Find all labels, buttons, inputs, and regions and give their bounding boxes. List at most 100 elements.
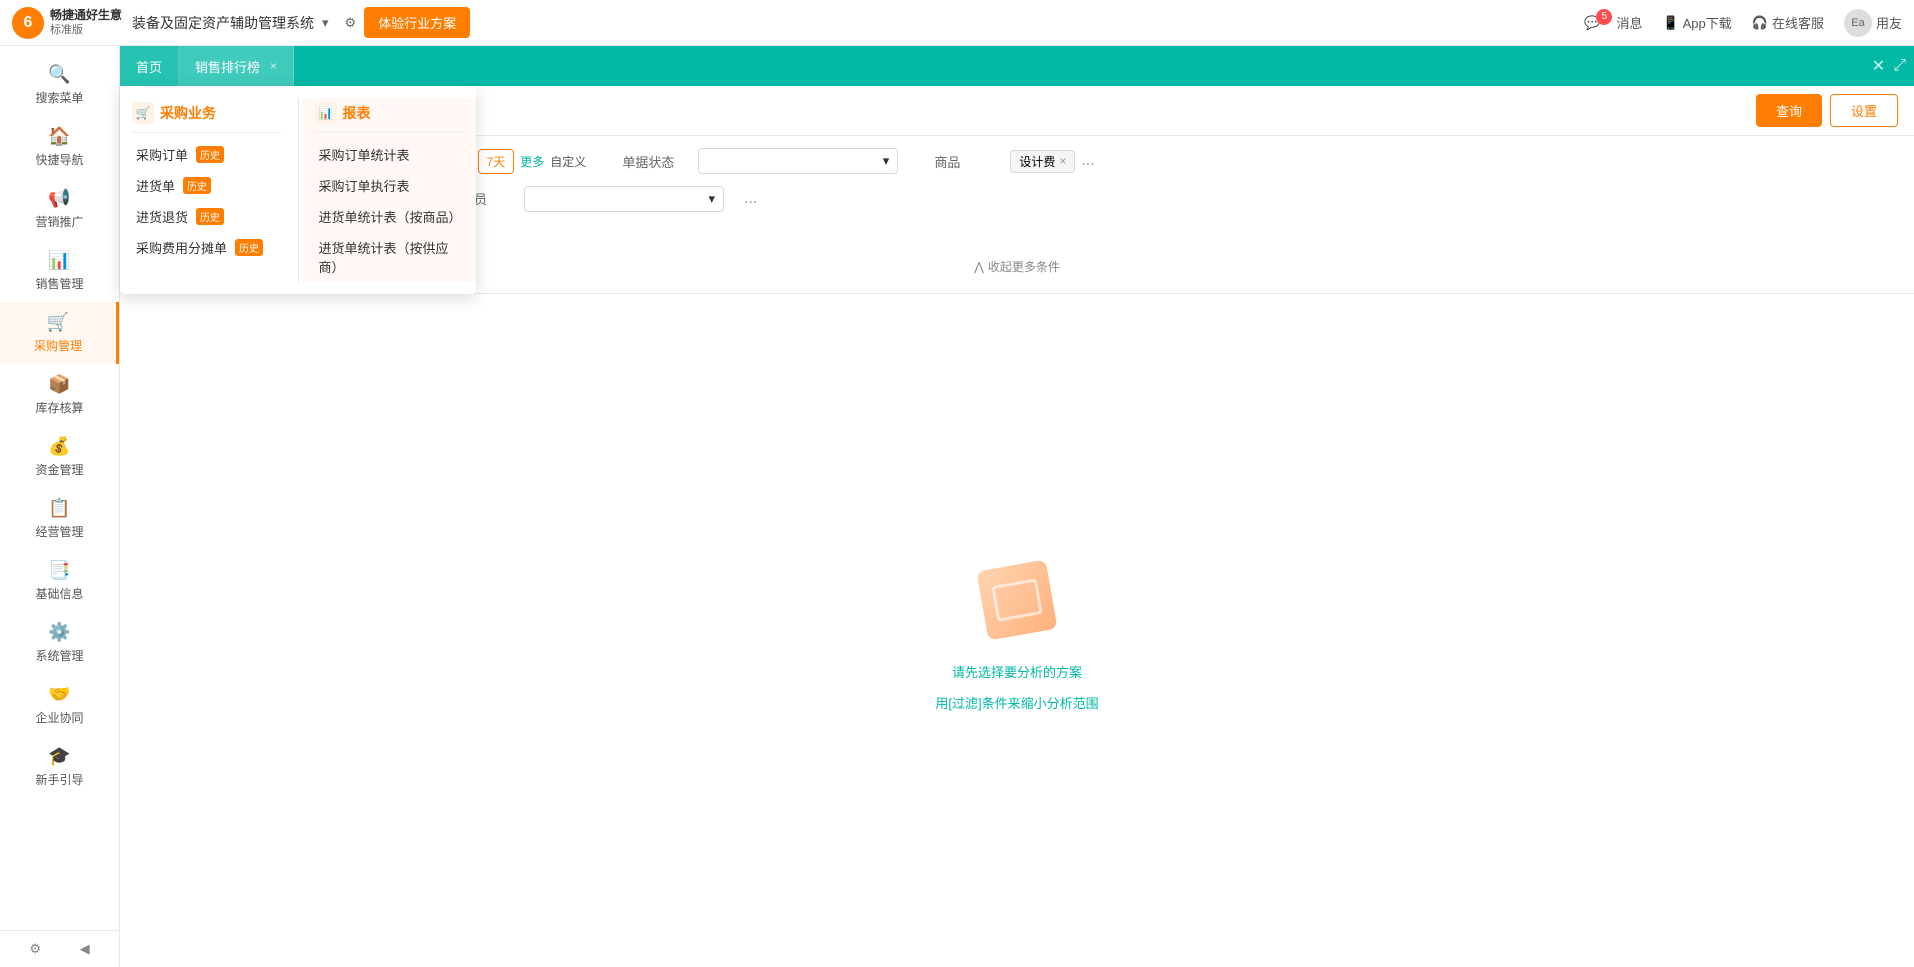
logo-icon: 6	[12, 7, 44, 39]
sidebar-label-operations: 经营管理	[35, 523, 83, 540]
settings-button[interactable]: 设置	[1830, 94, 1898, 127]
tab-close-window-icon[interactable]: ✕	[1872, 56, 1885, 76]
system-icon: ⚙️	[48, 622, 70, 643]
sidebar-settings-icon[interactable]: ⚙	[29, 941, 41, 957]
salesperson-dropdown-icon: ▾	[708, 191, 715, 207]
purchase-section-icon: 🛒	[132, 102, 154, 124]
user-initial: Ea	[1851, 17, 1864, 29]
sidebar-item-system[interactable]: ⚙️ 系统管理	[0, 612, 119, 674]
sidebar-label-sales: 销售管理	[35, 275, 83, 292]
tab-maximize-icon[interactable]: ⤢	[1893, 57, 1906, 75]
menu-section-divider	[298, 98, 299, 282]
purchase-order-history-badge: 历史	[196, 146, 224, 163]
menu-item-purchase-order[interactable]: 采购订单 历史	[132, 139, 282, 170]
menu-item-goods-stats-by-supplier[interactable]: 进货单统计表（按供应商）	[315, 232, 465, 282]
quick-date-7days[interactable]: 7天	[478, 149, 515, 174]
home-icon: 🏠	[48, 126, 70, 147]
sidebar-bottom: ⚙ ◀	[0, 930, 119, 967]
quick-date-more[interactable]: 更多	[520, 153, 544, 170]
system-dropdown-arrow[interactable]: ▾	[322, 15, 329, 31]
app-download-action[interactable]: 📱 App下载	[1662, 13, 1731, 32]
purchase-section-title: 🛒 采购业务	[132, 98, 282, 133]
sidebar-item-basicinfo[interactable]: 📑 基础信息	[0, 550, 119, 612]
tab-home[interactable]: 首页	[120, 46, 179, 86]
sidebar-collapse-icon[interactable]: ◀	[80, 941, 90, 957]
industry-button[interactable]: 体验行业方案	[364, 7, 470, 38]
goods-receipt-label: 进货单	[136, 176, 175, 195]
goods-more-dots[interactable]: ...	[1081, 152, 1094, 170]
empty-state: 请先选择要分析的方案 用[过滤]条件来缩小分析范围	[120, 294, 1914, 967]
sidebar-item-operations[interactable]: 📋 经营管理	[0, 488, 119, 550]
sidebar-label-finance: 资金管理	[35, 461, 83, 478]
query-button[interactable]: 查询	[1756, 94, 1822, 127]
enterprise-icon: 🤝	[48, 684, 70, 705]
bill-status-select[interactable]: ▾	[698, 148, 898, 174]
sidebar-item-guide[interactable]: 🎓 新手引导	[0, 736, 119, 798]
tab-home-label: 首页	[136, 57, 162, 76]
search-icon: 🔍	[48, 64, 70, 85]
system-settings-icon[interactable]: ⚙	[345, 15, 357, 31]
system-title-area: 装备及固定资产辅助管理系统 ▾ ⚙ 体验行业方案	[132, 7, 1584, 38]
sidebar-item-marketing[interactable]: 📢 营销推广	[0, 178, 119, 240]
sidebar-item-inventory[interactable]: 📦 库存核算	[0, 364, 119, 426]
operations-icon: 📋	[48, 498, 70, 519]
user-action[interactable]: Ea 用友	[1844, 9, 1902, 37]
salesperson-select[interactable]: ▾	[524, 186, 724, 212]
goods-tag-close[interactable]: ×	[1059, 154, 1066, 168]
inventory-icon: 📦	[48, 374, 70, 395]
sidebar: 🔍 搜索菜单 🏠 快捷导航 📢 营销推广 📊 销售管理 🛒 采购管理 📦 库存核…	[0, 46, 120, 967]
guide-icon: 🎓	[48, 746, 70, 767]
online-support-action[interactable]: 🎧 在线客服	[1752, 13, 1824, 32]
sidebar-item-finance[interactable]: 💰 资金管理	[0, 426, 119, 488]
goods-label: 商品	[934, 152, 994, 171]
basicinfo-icon: 📑	[48, 560, 70, 581]
sidebar-label-guide: 新手引导	[35, 771, 83, 788]
purchase-order-stats-label: 采购订单统计表	[319, 145, 410, 164]
goods-tag: 设计费 ×	[1010, 150, 1075, 173]
menu-item-goods-stats-by-goods[interactable]: 进货单统计表（按商品）	[315, 201, 465, 232]
empty-line2: 用[过滤]条件来缩小分析范围	[935, 693, 1098, 712]
goods-stats-by-goods-label: 进货单统计表（按商品）	[319, 207, 461, 226]
sidebar-label-basicinfo: 基础信息	[35, 585, 83, 602]
goods-stats-by-supplier-label: 进货单统计表（按供应商）	[319, 238, 461, 276]
sidebar-item-quicknav[interactable]: 🏠 快捷导航	[0, 116, 119, 178]
collapse-label: 收起更多条件	[988, 258, 1060, 275]
goods-receipt-history-badge: 历史	[183, 177, 211, 194]
sidebar-label-marketing: 营销推广	[35, 213, 83, 230]
sales-icon: 📊	[48, 250, 70, 271]
menu-item-purchase-order-exec[interactable]: 采购订单执行表	[315, 170, 465, 201]
user-label: 用友	[1876, 13, 1902, 32]
tab-right-controls: ✕ ⤢	[1872, 56, 1914, 76]
purchase-order-exec-label: 采购订单执行表	[319, 176, 410, 195]
tab-sales-ranking[interactable]: 销售排行榜 ×	[179, 46, 294, 86]
sidebar-label-inventory: 库存核算	[35, 399, 83, 416]
purchase-icon: 🛒	[47, 312, 69, 333]
sidebar-item-search[interactable]: 🔍 搜索菜单	[0, 54, 119, 116]
phone-icon: 📱	[1662, 15, 1678, 31]
purchase-dropdown-menu: 🛒 采购业务 采购订单 历史 进货单 历史 进货退货 历史 采购费用分摊单 历史…	[120, 86, 476, 294]
logo-text: 畅捷通好生意 标准版	[50, 8, 122, 38]
finance-icon: 💰	[48, 436, 70, 457]
tab-sales-ranking-label: 销售排行榜	[195, 57, 260, 76]
bill-status-label: 单据状态	[622, 152, 682, 171]
sidebar-label-system: 系统管理	[35, 647, 83, 664]
menu-item-purchase-order-stats[interactable]: 采购订单统计表	[315, 139, 465, 170]
tab-close-icon[interactable]: ×	[270, 59, 277, 73]
menu-item-purchase-expense[interactable]: 采购费用分摊单 历史	[132, 232, 282, 263]
goods-return-label: 进货退货	[136, 207, 188, 226]
avatar: Ea	[1844, 9, 1872, 37]
menu-item-goods-return[interactable]: 进货退货 历史	[132, 201, 282, 232]
system-title-text: 装备及固定资产辅助管理系统	[132, 13, 314, 33]
sidebar-item-enterprise[interactable]: 🤝 企业协同	[0, 674, 119, 736]
empty-line1: 请先选择要分析的方案	[952, 662, 1082, 681]
sidebar-item-purchase[interactable]: 🛒 采购管理	[0, 302, 119, 364]
salesperson-more-dots[interactable]: ...	[744, 190, 757, 208]
sidebar-item-sales[interactable]: 📊 销售管理	[0, 240, 119, 302]
quick-date-custom[interactable]: 自定义	[550, 153, 586, 170]
menu-item-goods-receipt[interactable]: 进货单 历史	[132, 170, 282, 201]
online-support-label: 在线客服	[1772, 13, 1824, 32]
report-menu-section: 📊 报表 采购订单统计表 采购订单执行表 进货单统计表（按商品） 进货单统计表（…	[303, 98, 477, 282]
bill-status-dropdown-icon: ▾	[883, 153, 890, 169]
report-section-title: 📊 报表	[315, 98, 465, 133]
messages-action[interactable]: 💬 5 消息	[1584, 13, 1642, 32]
